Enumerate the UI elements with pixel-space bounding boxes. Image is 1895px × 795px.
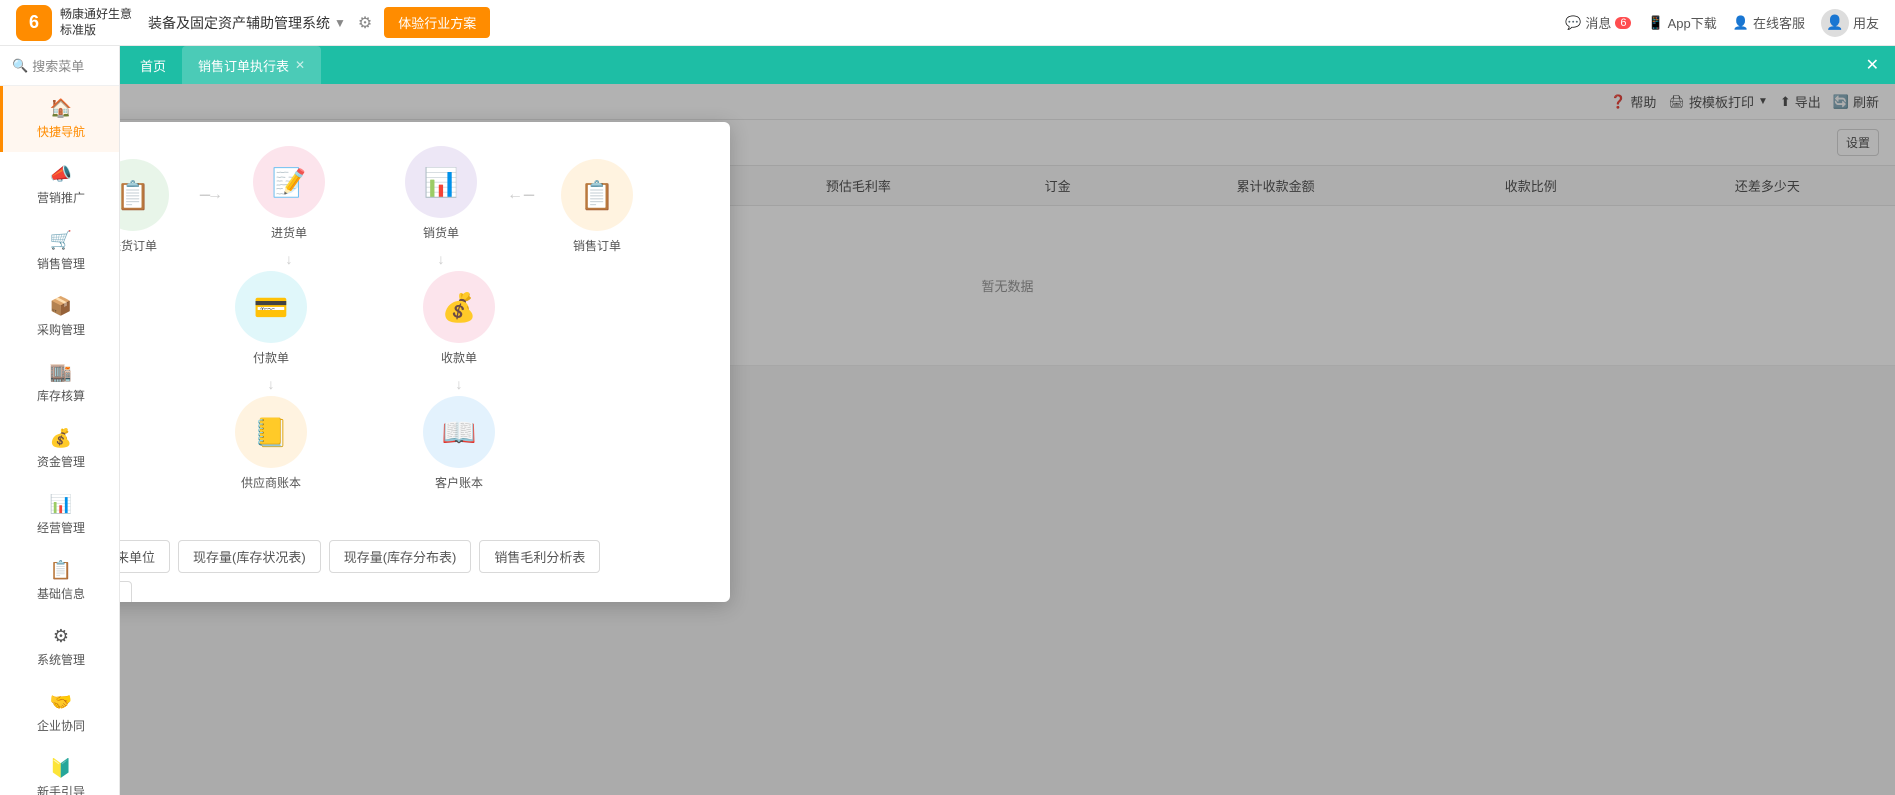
sidebar-item-marketing[interactable]: 📣 营销推广 [0, 152, 119, 218]
sidebar-item-enterprise[interactable]: 🤝 企业协同 [0, 680, 119, 746]
message-button[interactable]: 💬 消息 6 [1565, 13, 1631, 32]
node-purchase-bill-label: 进货单 [271, 224, 307, 241]
marketing-icon: 📣 [50, 164, 72, 185]
inventory-icon: 🏬 [50, 362, 72, 383]
tab-home[interactable]: 首页 [124, 46, 182, 84]
common-functions-title: 常用功能 [120, 511, 706, 530]
purchase-icon: 📦 [50, 296, 72, 317]
logo-icon: 6 [16, 5, 52, 41]
message-icon: 💬 [1565, 15, 1581, 31]
guide-icon: 🔰 [50, 758, 72, 779]
dropdown-icon[interactable]: ▼ [334, 16, 346, 30]
node-receipt[interactable]: 💰 [423, 271, 495, 343]
service-icon: 👤 [1733, 15, 1749, 31]
header-right: 💬 消息 6 📱 App下载 👤 在线客服 👤 用友 [1565, 9, 1879, 37]
system-icon: ⚙ [53, 626, 69, 647]
sidebar-item-guide[interactable]: 🔰 新手引导 [0, 746, 119, 795]
sidebar-item-basic-info[interactable]: 📋 基础信息 [0, 548, 119, 614]
tab-close-icon[interactable]: ✕ [295, 58, 305, 72]
common-functions: 常用功能 商品 往来单位 现存量(库存状况表) 现存量(库存分布表) 销售毛利分… [120, 511, 706, 602]
operations-icon: 📊 [50, 494, 72, 515]
search-menu[interactable]: 🔍 搜索菜单 [0, 46, 119, 86]
func-stock-dist[interactable]: 现存量(库存分布表) [329, 540, 472, 573]
logo-text: 畅康通好生意 标准版 [60, 7, 132, 38]
sidebar-item-sales[interactable]: 🛒 销售管理 [0, 218, 119, 284]
node-purchase-bill[interactable]: 📝 [253, 146, 325, 218]
sidebar: 🔍 搜索菜单 🏠 快捷导航 📣 营销推广 🛒 销售管理 📦 采购管理 🏬 [0, 46, 120, 795]
modal-overlay: 📋 进货订单 - - - → [120, 84, 1895, 795]
sidebar-item-quick-nav[interactable]: 🏠 快捷导航 [0, 86, 119, 152]
user-menu[interactable]: 👤 用友 [1821, 9, 1879, 37]
system-title-area: 装备及固定资产辅助管理系统 ▼ [148, 13, 346, 33]
node-sales-order-label: 销售订单 [573, 237, 621, 254]
node-customer-ledger[interactable]: 📖 [423, 396, 495, 468]
online-service-button[interactable]: 👤 在线客服 [1733, 13, 1805, 32]
finance-icon: 💰 [50, 428, 72, 449]
node-customer-ledger-label: 客户账本 [435, 474, 483, 491]
app-download-button[interactable]: 📱 App下载 [1647, 13, 1716, 32]
node-sales-bill[interactable]: 📊 [405, 146, 477, 218]
tab-bar: 首页 销售订单执行表 ✕ ✕ [120, 46, 1895, 84]
page-content: ❓ 帮助 🖨 按模板打印 ▼ ⬆ 导出 🔄 刷新 [120, 84, 1895, 795]
node-supplier-ledger[interactable]: 📒 [235, 396, 307, 468]
tab-bar-close[interactable]: ✕ [1866, 55, 1891, 75]
node-purchase-order-label: 进货订单 [120, 237, 157, 254]
quick-nav-icon: 🏠 [50, 98, 72, 119]
func-stock-status[interactable]: 现存量(库存状况表) [178, 540, 321, 573]
logo-area: 6 畅康通好生意 标准版 [16, 5, 136, 41]
trial-button[interactable]: 体验行业方案 [384, 7, 490, 38]
node-receipt-label: 收款单 [441, 349, 477, 366]
func-buttons-row1: 商品 往来单位 现存量(库存状况表) 现存量(库存分布表) 销售毛利分析表 商品… [120, 540, 706, 602]
tab-sales-order[interactable]: 销售订单执行表 ✕ [182, 46, 321, 84]
avatar: 👤 [1821, 9, 1849, 37]
node-purchase-order[interactable]: 📋 [120, 159, 169, 231]
modal-box: 📋 进货订单 - - - → [120, 122, 730, 602]
enterprise-icon: 🤝 [50, 692, 72, 713]
message-badge: 6 [1615, 17, 1631, 29]
sidebar-item-purchase[interactable]: 📦 采购管理 [0, 284, 119, 350]
settings-icon[interactable]: ⚙ [358, 13, 372, 33]
download-icon: 📱 [1647, 15, 1663, 31]
func-sales-profit-analysis[interactable]: 销售毛利分析表 [479, 540, 600, 573]
node-sales-order[interactable]: 📋 [561, 159, 633, 231]
basic-info-icon: 📋 [50, 560, 72, 581]
sidebar-item-inventory[interactable]: 🏬 库存核算 [0, 350, 119, 416]
right-area: 首页 销售订单执行表 ✕ ✕ ❓ 帮助 🖨 按 [120, 46, 1895, 795]
func-goods-profit-analysis[interactable]: 商品毛利分析 [120, 581, 132, 602]
func-partners[interactable]: 往来单位 [120, 540, 170, 573]
sidebar-item-system[interactable]: ⚙ 系统管理 [0, 614, 119, 680]
node-sales-bill-label: 销货单 [423, 224, 459, 241]
node-supplier-ledger-label: 供应商账本 [241, 474, 301, 491]
sidebar-item-finance[interactable]: 💰 资金管理 [0, 416, 119, 482]
node-payment[interactable]: 💳 [235, 271, 307, 343]
node-payment-label: 付款单 [253, 349, 289, 366]
system-title: 装备及固定资产辅助管理系统 [148, 13, 330, 33]
search-icon: 🔍 [12, 58, 28, 74]
sidebar-item-operations[interactable]: 📊 经营管理 [0, 482, 119, 548]
sales-icon: 🛒 [50, 230, 72, 251]
